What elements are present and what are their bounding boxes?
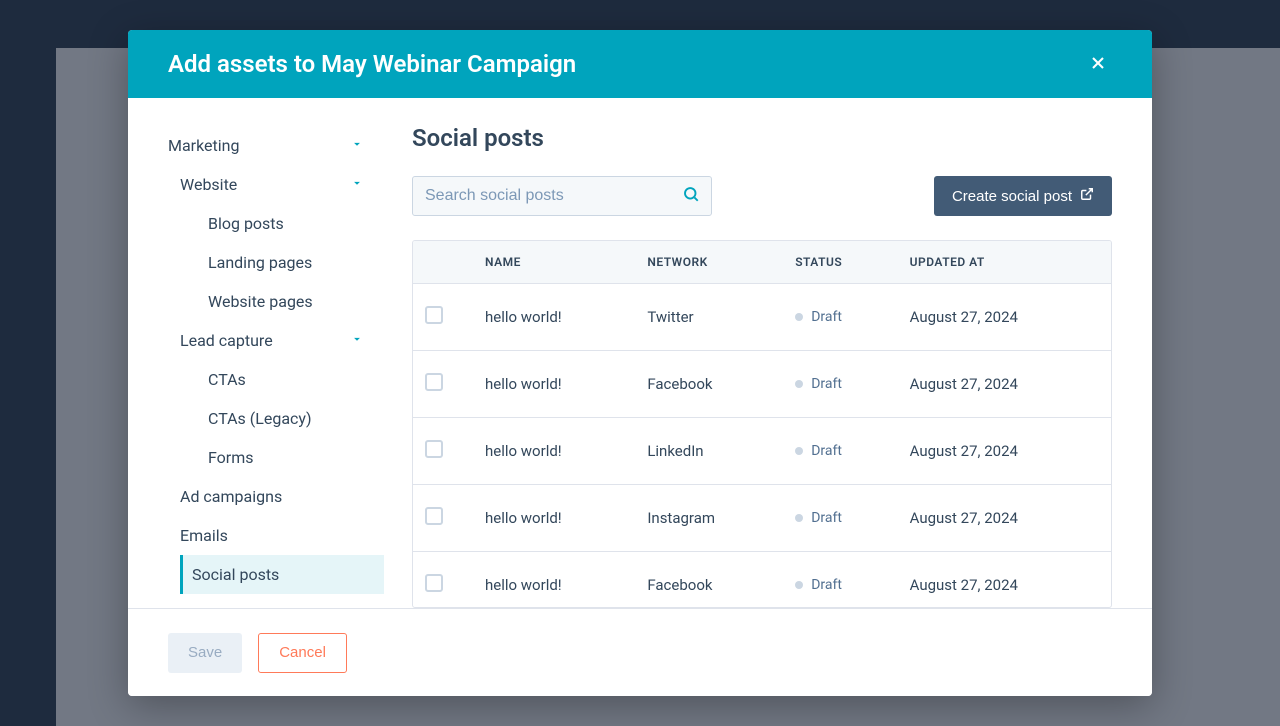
add-assets-modal: Add assets to May Webinar Campaign Marke…	[128, 30, 1152, 696]
sidebar-item-forms[interactable]: Forms	[180, 438, 384, 477]
col-status: STATUS	[783, 241, 897, 284]
close-icon	[1088, 61, 1108, 76]
sidebar-item-ad-campaigns[interactable]: Ad campaigns	[180, 477, 384, 516]
chevron-down-icon	[350, 331, 364, 350]
sidebar-item-website[interactable]: Website	[180, 165, 384, 204]
row-checkbox[interactable]	[425, 306, 443, 324]
row-checkbox[interactable]	[425, 440, 443, 458]
table-row: hello world! Twitter Draft August 27, 20…	[413, 284, 1111, 351]
sidebar-item-lead-capture[interactable]: Lead capture	[180, 321, 384, 360]
sidebar-label: Website	[180, 175, 237, 194]
chevron-down-icon	[350, 136, 364, 155]
cancel-button[interactable]: Cancel	[258, 633, 347, 673]
row-checkbox[interactable]	[425, 373, 443, 391]
sidebar-label: Marketing	[168, 136, 239, 155]
status-dot-icon	[795, 581, 803, 589]
cell-network: Twitter	[635, 284, 783, 351]
cell-updated: August 27, 2024	[898, 485, 1111, 552]
status-dot-icon	[795, 380, 803, 388]
cell-updated: August 27, 2024	[898, 351, 1111, 418]
row-checkbox[interactable]	[425, 507, 443, 525]
sidebar-item-ctas-legacy[interactable]: CTAs (Legacy)	[180, 399, 384, 438]
modal-header: Add assets to May Webinar Campaign	[128, 30, 1152, 98]
search-icon	[682, 185, 700, 207]
sidebar-label: Ad campaigns	[180, 487, 282, 506]
external-link-icon	[1080, 187, 1094, 205]
sidebar-item-social-posts[interactable]: Social posts	[180, 555, 384, 594]
cell-updated: August 27, 2024	[898, 284, 1111, 351]
table-row: hello world! Facebook Draft August 27, 2…	[413, 552, 1111, 609]
sidebar-item-landing-pages[interactable]: Landing pages	[180, 243, 384, 282]
save-button[interactable]: Save	[168, 633, 242, 673]
chevron-down-icon	[350, 175, 364, 194]
cell-status: Draft	[783, 418, 897, 485]
asset-category-sidebar: Marketing Website Blog posts Landing pag…	[128, 98, 384, 608]
main-panel: Social posts Create social post	[384, 98, 1152, 608]
status-dot-icon	[795, 447, 803, 455]
cell-network: Instagram	[635, 485, 783, 552]
sidebar-item-marketing[interactable]: Marketing	[168, 126, 384, 165]
sidebar-label: Social posts	[192, 565, 279, 584]
social-posts-table: NAME NETWORK STATUS UPDATED AT hello wor…	[412, 240, 1112, 608]
cell-name: hello world!	[473, 284, 635, 351]
cell-status: Draft	[783, 552, 897, 609]
table-row: hello world! Facebook Draft August 27, 2…	[413, 351, 1111, 418]
search-wrap	[412, 176, 712, 216]
modal-footer: Save Cancel	[128, 608, 1152, 696]
search-input[interactable]	[412, 176, 712, 216]
cell-network: LinkedIn	[635, 418, 783, 485]
cell-name: hello world!	[473, 351, 635, 418]
close-button[interactable]	[1084, 49, 1112, 80]
sidebar-item-emails[interactable]: Emails	[180, 516, 384, 555]
toolbar: Create social post	[412, 176, 1112, 216]
table-row: hello world! Instagram Draft August 27, …	[413, 485, 1111, 552]
cell-name: hello world!	[473, 485, 635, 552]
cell-status: Draft	[783, 351, 897, 418]
sidebar-item-ctas[interactable]: CTAs	[180, 360, 384, 399]
cell-status: Draft	[783, 485, 897, 552]
cell-status: Draft	[783, 284, 897, 351]
modal-title: Add assets to May Webinar Campaign	[168, 50, 576, 78]
cell-name: hello world!	[473, 552, 635, 609]
sidebar-label: Lead capture	[180, 331, 273, 350]
status-dot-icon	[795, 313, 803, 321]
row-checkbox[interactable]	[425, 574, 443, 592]
col-checkbox	[413, 241, 473, 284]
panel-title: Social posts	[412, 124, 1112, 152]
status-dot-icon	[795, 514, 803, 522]
table-row: hello world! LinkedIn Draft August 27, 2…	[413, 418, 1111, 485]
col-network: NETWORK	[635, 241, 783, 284]
cell-network: Facebook	[635, 552, 783, 609]
cell-network: Facebook	[635, 351, 783, 418]
create-social-post-button[interactable]: Create social post	[934, 176, 1112, 216]
button-label: Create social post	[952, 188, 1072, 205]
cell-updated: August 27, 2024	[898, 552, 1111, 609]
sidebar-item-website-pages[interactable]: Website pages	[180, 282, 384, 321]
sidebar-item-blog-posts[interactable]: Blog posts	[180, 204, 384, 243]
cell-name: hello world!	[473, 418, 635, 485]
col-updated: UPDATED AT	[898, 241, 1111, 284]
cell-updated: August 27, 2024	[898, 418, 1111, 485]
col-name: NAME	[473, 241, 635, 284]
sidebar-label: Emails	[180, 526, 228, 545]
